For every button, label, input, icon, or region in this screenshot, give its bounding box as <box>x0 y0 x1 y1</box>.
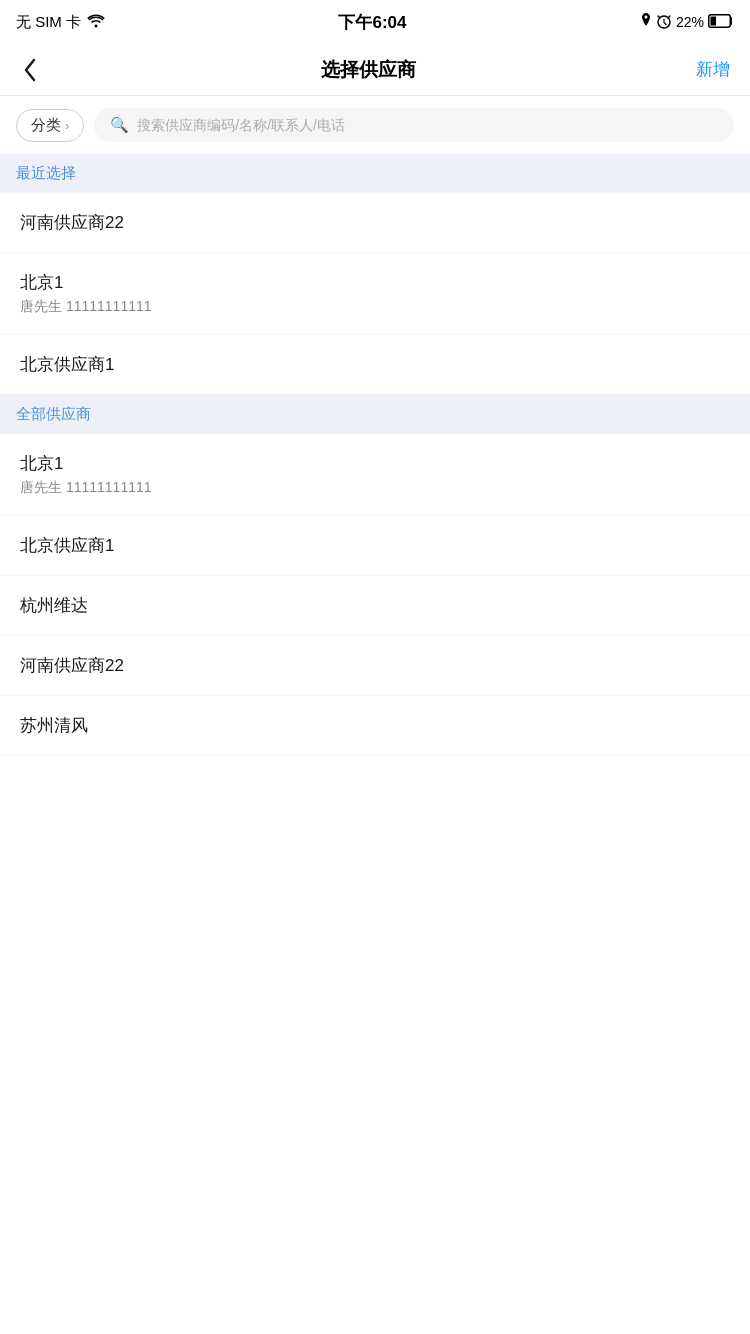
list-item[interactable]: 北京供应商1 <box>0 335 750 395</box>
add-button[interactable]: 新增 <box>696 58 730 81</box>
all-section-header: 全部供应商 <box>0 395 750 434</box>
battery-text: 22% <box>676 14 704 30</box>
list-item[interactable]: 河南供应商22 <box>0 193 750 253</box>
status-time: 下午6:04 <box>338 11 406 34</box>
svg-rect-2 <box>710 16 716 25</box>
status-right: 22% <box>640 13 734 32</box>
list-item[interactable]: 北京供应商1 <box>0 516 750 576</box>
item-name: 北京供应商1 <box>20 534 730 557</box>
item-contact: 唐先生 11111111111 <box>20 298 730 316</box>
carrier-text: 无 SIM 卡 <box>16 13 81 32</box>
item-name: 河南供应商22 <box>20 654 730 677</box>
item-name: 北京供应商1 <box>20 353 730 376</box>
category-label: 分类 <box>31 116 61 135</box>
recent-section-label: 最近选择 <box>16 164 76 181</box>
list-item[interactable]: 北京1 唐先生 11111111111 <box>0 253 750 335</box>
nav-bar: 选择供应商 新增 <box>0 44 750 96</box>
search-box: 🔍 <box>94 108 734 142</box>
item-name: 河南供应商22 <box>20 211 730 234</box>
list-item[interactable]: 苏州清风 <box>0 696 750 756</box>
item-name: 苏州清风 <box>20 714 730 737</box>
list-item[interactable]: 北京1 唐先生 11111111111 <box>0 434 750 516</box>
all-section-label: 全部供应商 <box>16 405 91 422</box>
page-title: 选择供应商 <box>40 57 696 83</box>
status-left: 无 SIM 卡 <box>16 13 105 32</box>
battery-icon <box>708 14 734 31</box>
all-items-list: 北京1 唐先生 11111111111 北京供应商1 杭州维达河南供应商22 苏州清风 <box>0 434 750 756</box>
search-input[interactable] <box>137 117 718 133</box>
location-icon <box>640 13 652 32</box>
status-bar: 无 SIM 卡 下午6:04 22% <box>0 0 750 44</box>
category-button[interactable]: 分类 › <box>16 109 84 142</box>
list-item[interactable]: 河南供应商22 <box>0 636 750 696</box>
wifi-icon <box>87 14 105 31</box>
list-item[interactable]: 杭州维达 <box>0 576 750 636</box>
back-button[interactable] <box>20 46 40 94</box>
item-name: 北京1 <box>20 271 730 294</box>
item-name: 杭州维达 <box>20 594 730 617</box>
filter-bar: 分类 › 🔍 <box>0 96 750 154</box>
item-name: 北京1 <box>20 452 730 475</box>
alarm-icon <box>656 13 672 32</box>
search-icon: 🔍 <box>110 116 129 134</box>
item-contact: 唐先生 11111111111 <box>20 479 730 497</box>
recent-items-list: 河南供应商22 北京1 唐先生 11111111111 北京供应商1 <box>0 193 750 395</box>
recent-section-header: 最近选择 <box>0 154 750 193</box>
chevron-right-icon: › <box>65 118 69 133</box>
